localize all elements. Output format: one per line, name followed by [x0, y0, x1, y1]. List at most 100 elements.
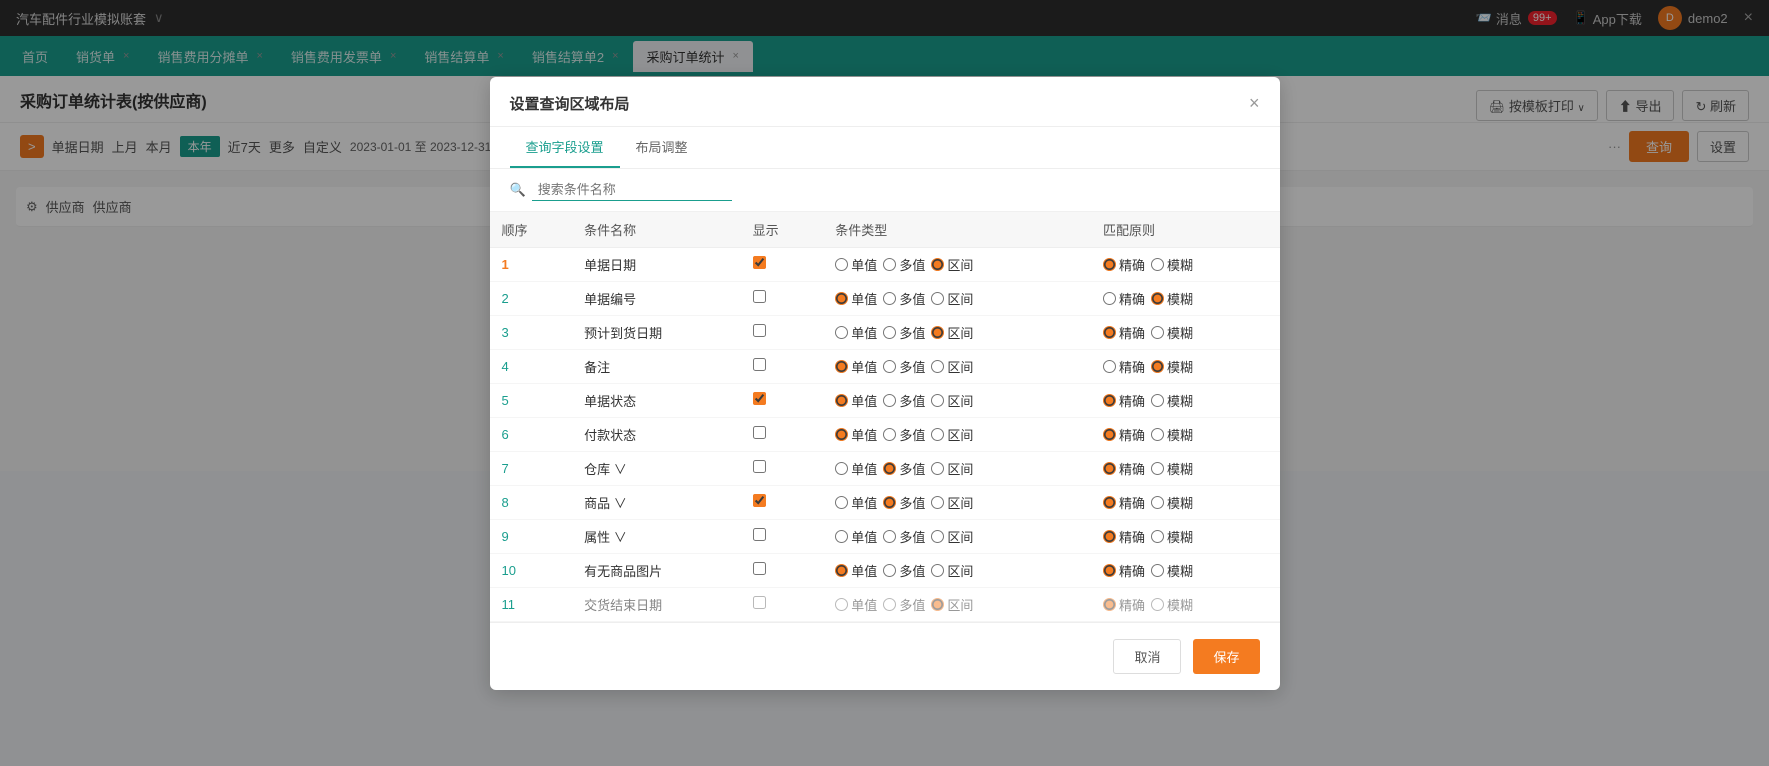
row-match-cell: 精确模糊 — [1091, 451, 1279, 485]
row-display-checkbox[interactable] — [753, 528, 766, 541]
row-type-multi[interactable]: 多值 — [883, 425, 925, 444]
row-match-fuzzy[interactable]: 模糊 — [1151, 425, 1193, 444]
row-type-multi[interactable]: 多值 — [883, 357, 925, 376]
row-match-exact[interactable]: 精确 — [1103, 391, 1145, 410]
row-match-fuzzy[interactable]: 模糊 — [1151, 289, 1193, 308]
row-order: 8 — [490, 485, 573, 519]
dialog-table: 顺序 条件名称 显示 条件类型 匹配原则 1单据日期单值多值区间精确模糊2单据编… — [490, 212, 1280, 622]
row-type-range[interactable]: 区间 — [931, 289, 973, 308]
dialog-close-btn[interactable]: × — [1249, 94, 1260, 112]
row-type-multi[interactable]: 多值 — [883, 459, 925, 478]
row-display-checkbox[interactable] — [753, 426, 766, 439]
row-display-checkbox[interactable] — [753, 256, 766, 269]
row-type-multi[interactable]: 多值 — [883, 289, 925, 308]
row-type-single[interactable]: 单值 — [835, 255, 877, 274]
row-match-cell: 精确模糊 — [1091, 383, 1279, 417]
row-type-range[interactable]: 区间 — [931, 561, 973, 580]
row-display-checkbox[interactable] — [753, 596, 766, 609]
row-match-exact[interactable]: 精确 — [1103, 459, 1145, 478]
row-type-multi[interactable]: 多值 — [883, 323, 925, 342]
row-type-multi[interactable]: 多值 — [883, 255, 925, 274]
row-match-exact[interactable]: 精确 — [1103, 323, 1145, 342]
row-type-single[interactable]: 单值 — [835, 289, 877, 308]
save-btn[interactable]: 保存 — [1193, 639, 1259, 674]
row-type-range[interactable]: 区间 — [931, 357, 973, 376]
row-match-fuzzy[interactable]: 模糊 — [1151, 459, 1193, 478]
row-type-range[interactable]: 区间 — [931, 493, 973, 512]
row-match-exact[interactable]: 精确 — [1103, 527, 1145, 546]
table-row: 4备注单值多值区间精确模糊 — [490, 349, 1280, 383]
row-type-range[interactable]: 区间 — [931, 255, 973, 274]
settings-dialog: 设置查询区域布局 × 查询字段设置 布局调整 🔍 顺序 条件名称 — [490, 77, 1280, 690]
col-display: 显示 — [741, 212, 824, 248]
row-match-fuzzy[interactable]: 模糊 — [1151, 595, 1193, 614]
row-display-checkbox[interactable] — [753, 392, 766, 405]
row-match-exact[interactable]: 精确 — [1103, 493, 1145, 512]
table-row: 10有无商品图片单值多值区间精确模糊 — [490, 553, 1280, 587]
row-display-checkbox[interactable] — [753, 562, 766, 575]
row-type-single[interactable]: 单值 — [835, 493, 877, 512]
row-type-range[interactable]: 区间 — [931, 595, 973, 614]
row-match-fuzzy[interactable]: 模糊 — [1151, 357, 1193, 376]
dialog-tab-layout[interactable]: 布局调整 — [620, 127, 704, 168]
row-type-single[interactable]: 单值 — [835, 527, 877, 546]
row-match-exact[interactable]: 精确 — [1103, 595, 1145, 614]
row-match-fuzzy[interactable]: 模糊 — [1151, 561, 1193, 580]
row-type-single[interactable]: 单值 — [835, 425, 877, 444]
row-type-cell: 单值多值区间 — [823, 315, 1091, 349]
row-type-single[interactable]: 单值 — [835, 561, 877, 580]
row-display-checkbox[interactable] — [753, 324, 766, 337]
row-type-single[interactable]: 单值 — [835, 391, 877, 410]
row-display-cell — [741, 587, 824, 621]
row-type-cell: 单值多值区间 — [823, 281, 1091, 315]
col-order: 顺序 — [490, 212, 573, 248]
row-condition-name: 单据状态 — [572, 383, 741, 417]
row-display-cell — [741, 281, 824, 315]
row-type-range[interactable]: 区间 — [931, 459, 973, 478]
row-type-single[interactable]: 单值 — [835, 357, 877, 376]
row-match-exact[interactable]: 精确 — [1103, 561, 1145, 580]
row-display-cell — [741, 247, 824, 281]
row-match-exact[interactable]: 精确 — [1103, 255, 1145, 274]
row-display-checkbox[interactable] — [753, 358, 766, 371]
row-type-range[interactable]: 区间 — [931, 527, 973, 546]
row-type-range[interactable]: 区间 — [931, 425, 973, 444]
row-type-multi[interactable]: 多值 — [883, 391, 925, 410]
dialog-title: 设置查询区域布局 — [510, 93, 630, 114]
row-condition-name: 仓库 ∨ — [572, 451, 741, 485]
row-type-cell: 单值多值区间 — [823, 519, 1091, 553]
row-match-cell: 精确模糊 — [1091, 519, 1279, 553]
dialog-tab-query-fields[interactable]: 查询字段设置 — [510, 127, 620, 168]
row-type-range[interactable]: 区间 — [931, 391, 973, 410]
row-condition-name: 单据编号 — [572, 281, 741, 315]
row-type-range[interactable]: 区间 — [931, 323, 973, 342]
cancel-btn[interactable]: 取消 — [1113, 639, 1181, 674]
row-display-checkbox[interactable] — [753, 460, 766, 473]
row-display-checkbox[interactable] — [753, 290, 766, 303]
row-type-multi[interactable]: 多值 — [883, 595, 925, 614]
row-match-fuzzy[interactable]: 模糊 — [1151, 255, 1193, 274]
row-type-multi[interactable]: 多值 — [883, 527, 925, 546]
row-match-fuzzy[interactable]: 模糊 — [1151, 527, 1193, 546]
row-type-single[interactable]: 单值 — [835, 323, 877, 342]
row-display-cell — [741, 315, 824, 349]
row-display-checkbox[interactable] — [753, 494, 766, 507]
row-type-single[interactable]: 单值 — [835, 595, 877, 614]
table-row: 5单据状态 单值多值区间 精确模糊 — [490, 383, 1280, 417]
row-match-fuzzy[interactable]: 模糊 — [1151, 391, 1193, 410]
row-type-single[interactable]: 单值 — [835, 459, 877, 478]
row-match-exact[interactable]: 精确 — [1103, 357, 1145, 376]
row-condition-name: 交货结束日期 — [572, 587, 741, 621]
row-order: 5 — [490, 383, 573, 417]
col-type: 条件类型 — [823, 212, 1091, 248]
search-input[interactable] — [532, 179, 732, 201]
row-type-cell: 单值多值区间 — [823, 485, 1091, 519]
row-type-multi[interactable]: 多值 — [883, 493, 925, 512]
row-match-exact[interactable]: 精确 — [1103, 425, 1145, 444]
table-row: 1单据日期单值多值区间精确模糊 — [490, 247, 1280, 281]
row-match-fuzzy[interactable]: 模糊 — [1151, 493, 1193, 512]
row-match-exact[interactable]: 精确 — [1103, 289, 1145, 308]
row-match-fuzzy[interactable]: 模糊 — [1151, 323, 1193, 342]
row-type-multi[interactable]: 多值 — [883, 561, 925, 580]
row-condition-name: 有无商品图片 — [572, 553, 741, 587]
